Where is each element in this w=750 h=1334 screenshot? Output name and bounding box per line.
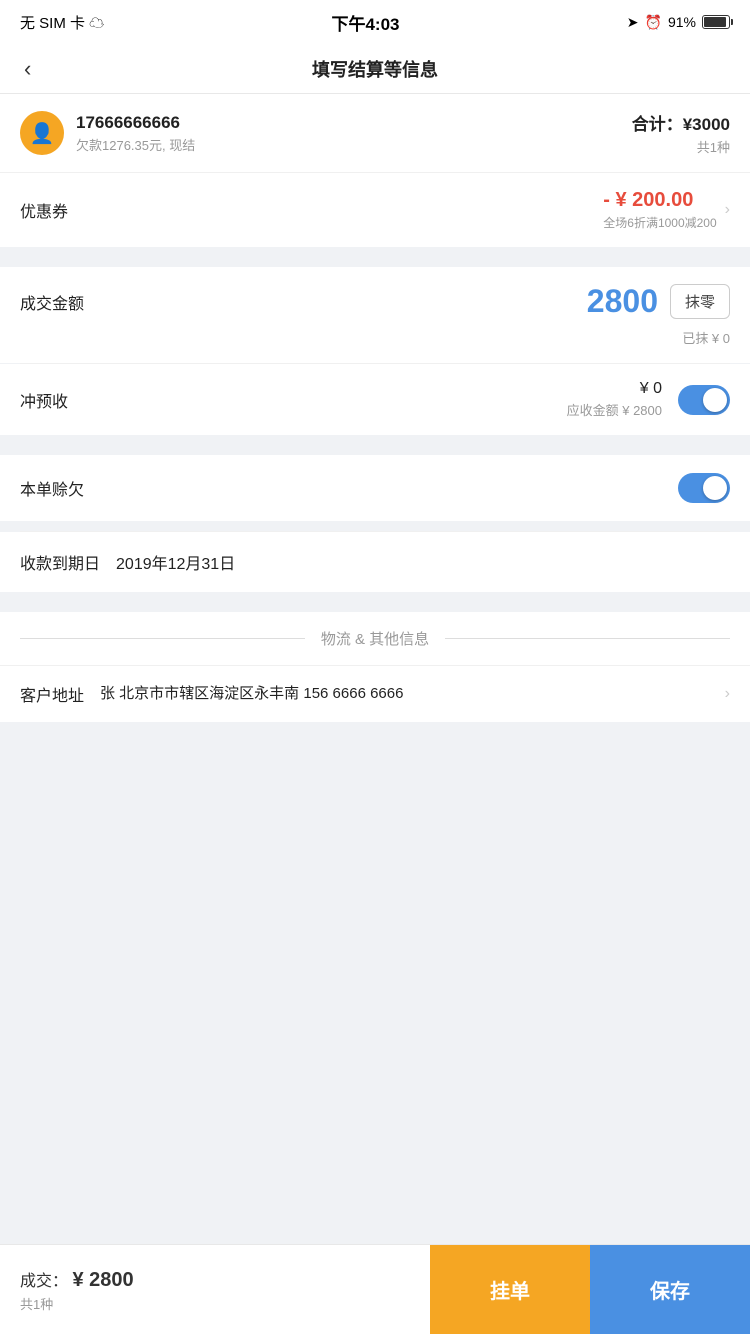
deal-amount: ¥ 2800 xyxy=(72,1269,133,1291)
user-phone: 17666666666 xyxy=(76,113,195,133)
avatar: 👤 xyxy=(20,111,64,155)
address-label: 客户地址 xyxy=(20,682,84,706)
prepay-label: 冲预收 xyxy=(20,388,68,412)
alarm-icon: ⏰ xyxy=(645,14,662,31)
toggle-knob xyxy=(703,388,727,412)
sim-text: 无 SIM 卡 ☁ xyxy=(20,12,104,33)
debt-toggle[interactable] xyxy=(678,473,730,503)
coupon-label: 优惠券 xyxy=(20,198,68,222)
gray-divider-2 xyxy=(0,445,750,455)
location-icon: ➤ xyxy=(627,14,639,31)
logistics-section: 物流 & 其他信息 客户地址 张 北京市市辖区海淀区永丰南 156 6666 6… xyxy=(0,612,750,722)
status-right: ➤ ⏰ 91% xyxy=(627,14,730,31)
amount-label: 成交金额 xyxy=(20,290,84,314)
round-zero-button[interactable]: 抹零 xyxy=(670,284,730,319)
prepay-amount: ¥ 0 xyxy=(567,380,662,398)
due-date-row: 收款到期日 2019年12月31日 xyxy=(0,532,750,592)
deal-label: 成交： xyxy=(20,1273,68,1290)
user-right: 合计：¥3000 共1种 xyxy=(632,110,730,156)
main-content: 👤 17666666666 欠款1276.35元, 现结 合计：¥3000 共1… xyxy=(0,94,750,822)
user-info-row: 👤 17666666666 欠款1276.35元, 现结 合计：¥3000 共1… xyxy=(0,94,750,172)
prepay-right: ¥ 0 应收金额 ¥ 2800 xyxy=(567,380,730,419)
nav-bar: ‹ 填写结算等信息 xyxy=(0,44,750,94)
status-time: 下午4:03 xyxy=(331,10,399,35)
prepay-row: 冲预收 ¥ 0 应收金额 ¥ 2800 xyxy=(0,364,750,435)
bottom-count: 共1种 xyxy=(20,1294,410,1313)
hang-order-button[interactable]: 挂单 xyxy=(430,1245,590,1334)
address-row[interactable]: 客户地址 张 北京市市辖区海淀区永丰南 156 6666 6666 › xyxy=(0,665,750,722)
total-amount: 合计：¥3000 xyxy=(632,110,730,135)
page-title: 填写结算等信息 xyxy=(312,56,438,82)
amount-section: 成交金额 2800 抹零 已抹 ¥ 0 xyxy=(0,267,750,363)
total-count: 共1种 xyxy=(632,137,730,156)
battery-percent: 91% xyxy=(668,14,696,30)
coupon-chevron-icon: › xyxy=(725,201,730,219)
address-value: 张 北京市市辖区海淀区永丰南 156 6666 6666 xyxy=(100,683,709,706)
back-button[interactable]: ‹ xyxy=(16,48,39,90)
bottom-summary: 成交： ¥ 2800 共1种 xyxy=(0,1267,430,1313)
debt-toggle-knob xyxy=(703,476,727,500)
battery-icon xyxy=(702,15,730,29)
prepay-toggle[interactable] xyxy=(678,385,730,415)
gray-divider-1 xyxy=(0,257,750,267)
due-date-value: 2019年12月31日 xyxy=(116,550,235,574)
save-button[interactable]: 保存 xyxy=(590,1245,750,1334)
bottom-bar: 成交： ¥ 2800 共1种 挂单 保存 xyxy=(0,1244,750,1334)
amount-sub: 已抹 ¥ 0 xyxy=(20,328,730,347)
address-chevron-icon: › xyxy=(725,685,730,703)
bottom-deal: 成交： ¥ 2800 xyxy=(20,1267,410,1292)
coupon-right: - ¥ 200.00 全场6折满1000减200 › xyxy=(603,189,730,231)
amount-row: 成交金额 2800 抹零 xyxy=(20,283,730,320)
coupon-desc: 全场6折满1000减200 xyxy=(603,214,716,231)
amount-right: 2800 抹零 xyxy=(587,283,730,320)
user-details: 17666666666 欠款1276.35元, 现结 xyxy=(76,113,195,154)
amount-value: 2800 xyxy=(587,283,658,320)
logistics-line-right xyxy=(445,638,730,639)
coupon-amount: - ¥ 200.00 xyxy=(603,189,716,212)
user-left: 👤 17666666666 欠款1276.35元, 现结 xyxy=(20,111,195,155)
debt-label: 本单赊欠 xyxy=(20,476,84,500)
due-date-label: 收款到期日 xyxy=(20,550,100,574)
prepay-info: ¥ 0 应收金额 ¥ 2800 xyxy=(567,380,662,419)
avatar-icon: 👤 xyxy=(30,121,55,146)
logistics-line-left xyxy=(20,638,305,639)
debt-row: 本单赊欠 xyxy=(0,455,750,521)
status-left: 无 SIM 卡 ☁ xyxy=(20,12,104,33)
logistics-header: 物流 & 其他信息 xyxy=(0,612,750,665)
user-info-section: 👤 17666666666 欠款1276.35元, 现结 合计：¥3000 共1… xyxy=(0,94,750,247)
user-sub: 欠款1276.35元, 现结 xyxy=(76,135,195,154)
coupon-row[interactable]: 优惠券 - ¥ 200.00 全场6折满1000减200 › xyxy=(0,172,750,247)
status-bar: 无 SIM 卡 ☁ 下午4:03 ➤ ⏰ 91% xyxy=(0,0,750,44)
coupon-info: - ¥ 200.00 全场6折满1000减200 xyxy=(603,189,716,231)
logistics-title: 物流 & 其他信息 xyxy=(321,628,429,649)
prepay-sub: 应收金额 ¥ 2800 xyxy=(567,400,662,419)
gray-divider-3 xyxy=(0,602,750,612)
